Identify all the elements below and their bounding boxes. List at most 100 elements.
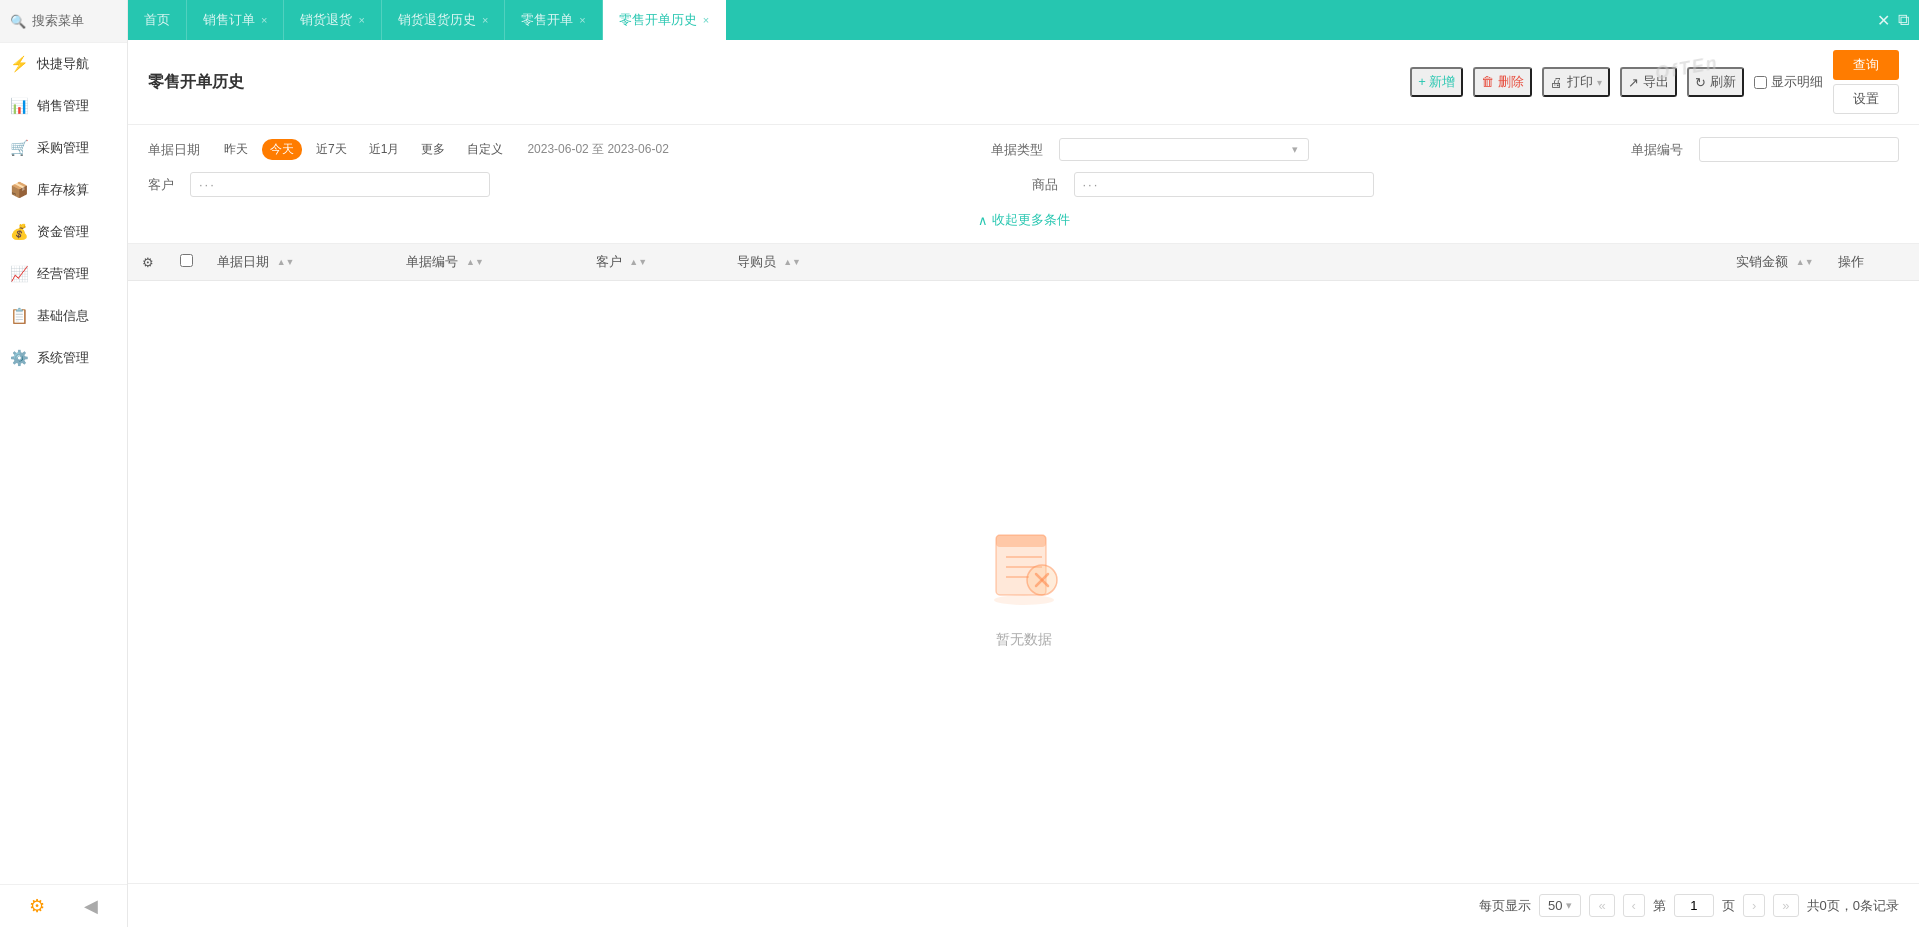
sidebar-item-label: 系统管理 bbox=[37, 349, 89, 367]
query-button[interactable]: 查询 bbox=[1833, 50, 1899, 80]
display-detail-checkbox[interactable] bbox=[1754, 76, 1767, 89]
empty-illustration bbox=[974, 515, 1074, 615]
sidebar-item-finance[interactable]: 💰 资金管理 bbox=[0, 211, 127, 253]
tab-sales-return-label: 销货退货 bbox=[300, 11, 352, 29]
export-button[interactable]: ↗ 导出 bbox=[1620, 67, 1677, 97]
sort-guide-icon[interactable]: ▲▼ bbox=[783, 258, 801, 267]
per-page-label: 每页显示 bbox=[1479, 897, 1531, 915]
purchase-mgmt-icon: 🛒 bbox=[10, 139, 29, 157]
print-button[interactable]: 🖨 打印 ▾ bbox=[1542, 67, 1610, 97]
sidebar-item-purchase-mgmt[interactable]: 🛒 采购管理 bbox=[0, 127, 127, 169]
tab-sales-order[interactable]: 销售订单 × bbox=[187, 0, 284, 40]
tab-restore-btn[interactable]: ⧉ bbox=[1898, 11, 1909, 29]
sidebar-item-label: 采购管理 bbox=[37, 139, 89, 157]
tab-bar: 首页 销售订单 × 销货退货 × 销货退货历史 × 零售开单 × 零售开单历史 … bbox=[128, 0, 1919, 40]
date-yesterday[interactable]: 昨天 bbox=[216, 139, 256, 160]
inventory-icon: 📦 bbox=[10, 181, 29, 199]
print-arrow-icon: ▾ bbox=[1597, 77, 1602, 88]
prev-page-btn[interactable]: ‹ bbox=[1623, 894, 1645, 917]
tab-sales-order-label: 销售订单 bbox=[203, 11, 255, 29]
date-filter-label: 单据日期 bbox=[148, 141, 200, 159]
main-area: 首页 销售订单 × 销货退货 × 销货退货历史 × 零售开单 × 零售开单历史 … bbox=[128, 0, 1919, 927]
tab-sales-return-close[interactable]: × bbox=[358, 14, 364, 26]
sort-date-icon[interactable]: ▲▼ bbox=[277, 258, 295, 267]
sidebar-search[interactable]: 🔍 搜索菜单 bbox=[0, 0, 127, 43]
refresh-icon: ↻ bbox=[1695, 75, 1706, 90]
col-date: 单据日期 ▲▼ bbox=[205, 244, 394, 281]
sidebar: 🔍 搜索菜单 ⚡ 快捷导航 📊 销售管理 🛒 采购管理 📦 库存核算 💰 资金管… bbox=[0, 0, 128, 927]
tab-bar-right: ✕ ⧉ bbox=[1877, 11, 1919, 30]
sidebar-nav: ⚡ 快捷导航 📊 销售管理 🛒 采购管理 📦 库存核算 💰 资金管理 📈 经营管… bbox=[0, 43, 127, 884]
tab-sales-return-history[interactable]: 销货退货历史 × bbox=[382, 0, 505, 40]
collapse-button[interactable]: ∧ 收起更多条件 bbox=[978, 211, 1070, 229]
select-all-checkbox[interactable] bbox=[180, 254, 193, 267]
tab-sales-return-history-close[interactable]: × bbox=[482, 14, 488, 26]
tab-retail-open-history-close[interactable]: × bbox=[703, 14, 709, 26]
date-last1month[interactable]: 近1月 bbox=[361, 139, 408, 160]
sidebar-item-sales-mgmt[interactable]: 📊 销售管理 bbox=[0, 85, 127, 127]
sort-customer-icon[interactable]: ▲▼ bbox=[629, 258, 647, 267]
tab-sales-return[interactable]: 销货退货 × bbox=[284, 0, 381, 40]
date-range-display: 2023-06-02 至 2023-06-02 bbox=[527, 141, 668, 158]
sidebar-item-basic-info[interactable]: 📋 基础信息 bbox=[0, 295, 127, 337]
sidebar-search-label: 搜索菜单 bbox=[32, 12, 84, 30]
tab-retail-open[interactable]: 零售开单 × bbox=[505, 0, 602, 40]
tab-retail-open-label: 零售开单 bbox=[521, 11, 573, 29]
print-icon: 🖨 bbox=[1550, 75, 1563, 90]
last-page-btn[interactable]: » bbox=[1773, 894, 1798, 917]
delete-button[interactable]: 🗑 删除 bbox=[1473, 67, 1532, 97]
tab-close-all-btn[interactable]: ✕ bbox=[1877, 11, 1890, 30]
header-actions: + 新增 🗑 删除 🖨 打印 ▾ ↗ 导出 ↻ 刷新 显示明细 bbox=[1410, 50, 1899, 114]
sidebar-item-sys-mgmt[interactable]: ⚙️ 系统管理 bbox=[0, 337, 127, 379]
refresh-button[interactable]: ↻ 刷新 bbox=[1687, 67, 1744, 97]
date-last7[interactable]: 近7天 bbox=[308, 139, 355, 160]
sort-amount-icon[interactable]: ▲▼ bbox=[1796, 258, 1814, 267]
next-page-btn[interactable]: › bbox=[1743, 894, 1765, 917]
filter-row-1: 单据日期 昨天 今天 近7天 近1月 更多 自定义 2023-06-02 至 2… bbox=[148, 137, 1899, 162]
data-table: ⚙ 单据日期 ▲▼ 单据编号 ▲▼ bbox=[128, 244, 1919, 281]
total-info: 共0页，0条记录 bbox=[1807, 897, 1899, 915]
customer-input[interactable]: ··· bbox=[190, 172, 490, 197]
search-icon: 🔍 bbox=[10, 14, 26, 29]
add-button[interactable]: + 新增 bbox=[1410, 67, 1463, 97]
goods-input[interactable]: ··· bbox=[1074, 172, 1374, 197]
date-group: 昨天 今天 近7天 近1月 更多 自定义 bbox=[216, 139, 511, 160]
goods-label: 商品 bbox=[1032, 176, 1058, 194]
sidebar-item-quick-nav[interactable]: ⚡ 快捷导航 bbox=[0, 43, 127, 85]
table-settings-icon[interactable]: ⚙ bbox=[142, 255, 154, 270]
tab-sales-order-close[interactable]: × bbox=[261, 14, 267, 26]
display-detail-toggle[interactable]: 显示明细 bbox=[1754, 73, 1823, 91]
sales-mgmt-icon: 📊 bbox=[10, 97, 29, 115]
tab-home-label: 首页 bbox=[144, 11, 170, 29]
page-number-input[interactable]: 1 bbox=[1674, 894, 1714, 917]
tab-sales-return-history-label: 销货退货历史 bbox=[398, 11, 476, 29]
page-suffix-label: 页 bbox=[1722, 897, 1735, 915]
per-page-value: 50 bbox=[1548, 898, 1562, 913]
finance-icon: 💰 bbox=[10, 223, 29, 241]
tab-home[interactable]: 首页 bbox=[128, 0, 187, 40]
customer-dots: ··· bbox=[199, 177, 216, 192]
tab-retail-open-history[interactable]: 零售开单历史 × bbox=[603, 0, 726, 40]
filter-row-2: 客户 ··· 商品 ··· bbox=[148, 172, 1899, 197]
per-page-select[interactable]: 50 ▾ bbox=[1539, 894, 1581, 917]
settings-button[interactable]: 设置 bbox=[1833, 84, 1899, 114]
display-detail-label: 显示明细 bbox=[1771, 73, 1823, 91]
basic-info-icon: 📋 bbox=[10, 307, 29, 325]
date-custom[interactable]: 自定义 bbox=[459, 139, 511, 160]
tab-retail-open-close[interactable]: × bbox=[579, 14, 585, 26]
sort-number-icon[interactable]: ▲▼ bbox=[466, 258, 484, 267]
goods-dots: ··· bbox=[1083, 177, 1100, 192]
sidebar-item-inventory[interactable]: 📦 库存核算 bbox=[0, 169, 127, 211]
settings-footer-btn[interactable]: ⚙ bbox=[29, 895, 45, 917]
operation-icon: 📈 bbox=[10, 265, 29, 283]
sidebar-item-label: 资金管理 bbox=[37, 223, 89, 241]
export-icon: ↗ bbox=[1628, 75, 1639, 90]
customer-label: 客户 bbox=[148, 176, 174, 194]
order-type-select[interactable]: ▾ bbox=[1059, 138, 1309, 161]
order-number-input[interactable] bbox=[1699, 137, 1899, 162]
sidebar-item-operation[interactable]: 📈 经营管理 bbox=[0, 253, 127, 295]
collapse-sidebar-btn[interactable]: ◀ bbox=[84, 895, 98, 917]
date-more[interactable]: 更多 bbox=[413, 139, 453, 160]
date-today[interactable]: 今天 bbox=[262, 139, 302, 160]
first-page-btn[interactable]: « bbox=[1589, 894, 1614, 917]
